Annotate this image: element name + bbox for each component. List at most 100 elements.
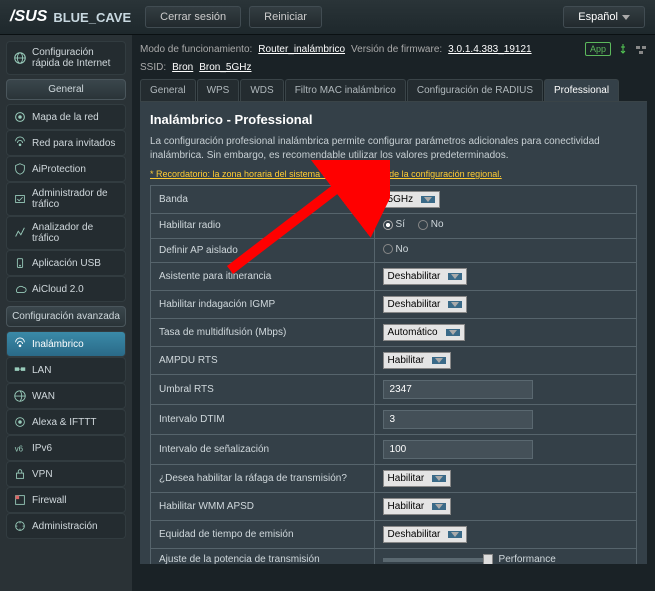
row-mcast-label: Tasa de multidifusión (Mbps) [151,319,375,347]
sidebar-icon [13,363,27,377]
sidebar-item-firewall[interactable]: Firewall [6,487,126,513]
sidebar-icon [13,337,27,351]
sidebar-icon [13,415,27,429]
mcast-select[interactable]: Automático [383,324,465,341]
brand-logo: /SUS [10,8,47,26]
sidebar-head-general: General [6,79,126,100]
language-select[interactable]: Español [563,6,645,28]
sidebar-item-lan[interactable]: LAN [6,357,126,383]
igmp-value: Deshabilitar [388,299,441,310]
sidebar-item-administración[interactable]: Administración [6,513,126,539]
sidebar-item-label: VPN [32,469,53,480]
fw-label: Versión de firmware: [351,44,442,55]
rts-input[interactable] [383,380,533,399]
igmp-select[interactable]: Deshabilitar [383,296,468,313]
sidebar-item-inalámbrico[interactable]: Inalámbrico [6,331,126,357]
slider-thumb-icon [483,554,493,565]
sidebar-item-label: Analizador de tráfico [32,222,119,244]
radio-enable-no[interactable]: No [418,219,444,230]
sidebar-item-aicloud-2.0[interactable]: AiCloud 2.0 [6,276,126,302]
beacon-input[interactable] [383,440,533,459]
reboot-button[interactable]: Reiniciar [249,6,322,28]
sidebar-item-label: Mapa de la red [32,112,99,123]
language-label: Español [578,11,618,23]
row-airtime-label: Equidad de tiempo de emisión [151,521,375,549]
usb-icon [617,43,629,55]
timezone-warning-link[interactable]: * Recordatorio: la zona horaria del sist… [150,169,637,179]
svg-text:v6: v6 [15,445,24,454]
txpower-slider[interactable]: Performance [383,554,628,564]
tab-configuración-de-radius[interactable]: Configuración de RADIUS [407,79,543,101]
sidebar: Configuración rápida de Internet General… [0,35,132,591]
dtim-input[interactable] [383,410,533,429]
sidebar-icon [13,110,27,124]
panel-description: La configuración profesional inalámbrica… [150,135,637,163]
burst-value: Habilitar [388,473,425,484]
radio-enable-yes[interactable]: Sí [383,219,405,230]
sidebar-item-aplicación-usb[interactable]: Aplicación USB [6,250,126,276]
globe-icon [13,51,27,65]
ssid2-link[interactable]: Bron_5GHz [199,62,251,73]
row-ap-label: Definir AP aislado [151,238,375,263]
app-button[interactable]: App [585,42,611,56]
sidebar-item-aiprotection[interactable]: AiProtection [6,156,126,182]
row-wmm-label: Habilitar WMM APSD [151,493,375,521]
band-select[interactable]: 5GHz [383,191,441,208]
logout-button[interactable]: Cerrar sesión [145,6,241,28]
sidebar-item-red-para-invitados[interactable]: Red para invitados [6,130,126,156]
ssid1-link[interactable]: Bron [172,62,193,73]
row-dtim-label: Intervalo DTIM [151,405,375,435]
sidebar-icon [13,256,27,270]
roaming-select[interactable]: Deshabilitar [383,268,468,285]
burst-select[interactable]: Habilitar [383,470,452,487]
chevron-down-icon [446,329,460,336]
sidebar-icon [13,493,27,507]
sidebar-item-vpn[interactable]: VPN [6,461,126,487]
tab-filtro-mac-inalámbrico[interactable]: Filtro MAC inalámbrico [285,79,406,101]
band-value: 5GHz [388,194,414,205]
radio-icon [383,244,393,254]
sidebar-item-wan[interactable]: WAN [6,383,126,409]
sidebar-item-analizador-de-tráfico[interactable]: Analizador de tráfico [6,216,126,250]
sidebar-item-label: Alexa & IFTTT [32,417,96,428]
radio-icon [418,220,428,230]
sidebar-icon [13,136,27,150]
sidebar-icon [13,226,27,240]
airtime-select[interactable]: Deshabilitar [383,526,468,543]
model-name: BLUE_CAVE [53,10,131,25]
ampdu-value: Habilitar [388,355,425,366]
sidebar-item-label: Red para invitados [32,138,115,149]
txpower-value: Performance [499,554,556,564]
chevron-down-icon [448,531,462,538]
roaming-value: Deshabilitar [388,271,441,282]
sidebar-item-ipv6[interactable]: v6IPv6 [6,435,126,461]
mcast-value: Automático [388,327,438,338]
chevron-down-icon [622,15,630,20]
wmm-select[interactable]: Habilitar [383,498,452,515]
sidebar-quick-setup[interactable]: Configuración rápida de Internet [6,41,126,75]
fw-link[interactable]: 3.0.1.4.383_19121 [448,44,531,55]
row-band-label: Banda [151,186,375,214]
sidebar-item-label: LAN [32,365,51,376]
tab-general[interactable]: General [140,79,196,101]
ampdu-select[interactable]: Habilitar [383,352,452,369]
sidebar-icon [13,282,27,296]
ap-isolated-no[interactable]: No [383,244,409,255]
sidebar-item-label: Configuración rápida de Internet [32,47,119,69]
sidebar-item-alexa-ifttt[interactable]: Alexa & IFTTT [6,409,126,435]
sidebar-item-mapa-de-la-red[interactable]: Mapa de la red [6,104,126,130]
mode-label: Modo de funcionamiento: [140,44,252,55]
sidebar-item-label: AiProtection [32,164,86,175]
tab-wps[interactable]: WPS [197,79,240,101]
row-burst-label: ¿Desea habilitar la ráfaga de transmisió… [151,465,375,493]
tab-professional[interactable]: Professional [544,79,619,101]
row-rts-label: Umbral RTS [151,375,375,405]
panel-title: Inalámbrico - Professional [150,112,637,127]
clients-icon [635,43,647,55]
sidebar-item-administrador-de-tráfico[interactable]: Administrador de tráfico [6,182,126,216]
sidebar-head-advanced: Configuración avanzada [6,306,126,327]
mode-link[interactable]: Router_inalámbrico [258,44,345,55]
radio-icon [383,220,393,230]
tab-wds[interactable]: WDS [240,79,283,101]
chevron-down-icon [432,357,446,364]
